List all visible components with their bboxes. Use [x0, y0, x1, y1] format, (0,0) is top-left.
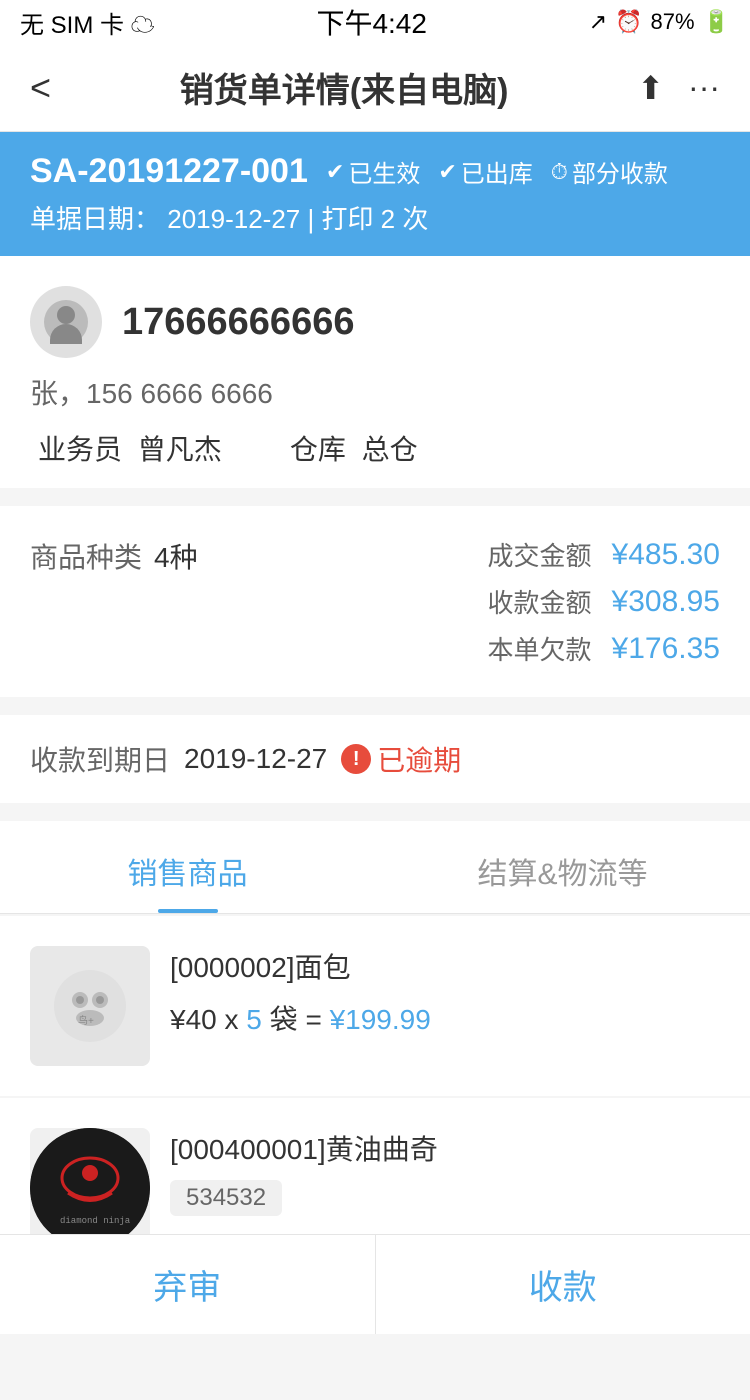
- product-price-row-1: ¥40 x 5 袋 = ¥199.99: [170, 998, 720, 1038]
- tab-sales-goods[interactable]: 销售商品: [0, 821, 375, 913]
- badge-activated: 已生效: [326, 154, 420, 189]
- goods-type-label: 商品种类: [30, 536, 142, 576]
- tab-sales-goods-label: 销售商品: [128, 858, 248, 891]
- goods-type-field: 商品种类 4种: [30, 536, 198, 576]
- collected-label: 收款金额: [488, 583, 592, 620]
- share-button[interactable]: ⬆: [637, 69, 664, 107]
- overdue-badge: ! 已逾期: [341, 739, 461, 779]
- product-thumbnail-2: diamond ninja: [30, 1128, 150, 1248]
- product-sku-badge: 534532: [170, 1180, 282, 1216]
- deal-amount-line: 成交金额 ¥485.30: [488, 536, 720, 573]
- battery-level: 87%: [651, 9, 695, 35]
- check-icon-2: [438, 158, 456, 186]
- sales-person-field: 业务员 曾凡杰: [30, 428, 222, 468]
- customer-phone: 17666666666: [122, 301, 354, 344]
- battery-icon: 🔋: [703, 9, 730, 35]
- sim-label: 无 SIM 卡 ☁: [20, 5, 155, 40]
- product-name-1: [0000002]面包: [170, 946, 720, 986]
- overdue-text: 已逾期: [377, 739, 461, 779]
- status-time: 下午4:42: [316, 2, 427, 42]
- product-total-1: ¥199.99: [330, 1004, 431, 1035]
- owed-value: ¥176.35: [612, 632, 720, 666]
- print-info: | 打印 2 次: [307, 204, 428, 234]
- clock-icon: [551, 158, 568, 186]
- divider-1: [0, 490, 750, 506]
- more-button[interactable]: ···: [688, 69, 720, 106]
- overdue-icon: !: [341, 744, 371, 774]
- nav-bar: < 销货单详情(来自电脑) ⬆ ···: [0, 44, 750, 132]
- warehouse-value: 总仓: [362, 434, 418, 465]
- check-icon-1: [326, 158, 344, 186]
- location-icon: ↗: [589, 9, 607, 35]
- tab-settlement[interactable]: 结算&物流等: [375, 821, 750, 913]
- svg-text:diamond ninja: diamond ninja: [60, 1216, 131, 1226]
- deal-amount-value: ¥485.30: [612, 538, 720, 572]
- collect-button[interactable]: 收款: [376, 1235, 750, 1334]
- nav-actions: ⬆ ···: [637, 69, 720, 107]
- back-button[interactable]: <: [30, 67, 51, 109]
- tab-settlement-label: 结算&物流等: [477, 858, 647, 891]
- sales-person-label: 业务员: [38, 434, 122, 465]
- bottom-bar: 弃审 收款: [0, 1234, 750, 1334]
- avatar-icon: [44, 300, 88, 344]
- table-row[interactable]: 鸟+ [0000002]面包 ¥40 x 5 袋 = ¥199.99: [0, 916, 750, 1096]
- customer-name: 张，156 6666 6666: [30, 372, 720, 412]
- badge-partial-text: 部分收款: [572, 154, 668, 189]
- owed-label: 本单欠款: [488, 630, 592, 667]
- alarm-icon: ⏰: [615, 9, 642, 35]
- customer-row: 17666666666: [30, 286, 720, 358]
- order-id: SA-20191227-001: [30, 152, 308, 191]
- order-date-row: 单据日期： 2019-12-27 | 打印 2 次: [30, 199, 720, 236]
- goods-type-value: 4种: [154, 536, 198, 576]
- tabs-row: 销售商品 结算&物流等: [0, 821, 750, 913]
- product-qty-1: 5: [246, 1004, 262, 1035]
- svg-text:鸟+: 鸟+: [78, 1014, 94, 1027]
- badge-shipped: 已出库: [438, 154, 532, 189]
- product-unit-price-1: ¥40: [170, 1004, 217, 1035]
- order-header-band: SA-20191227-001 已生效 已出库 部分收款 单据日期： 2019-…: [0, 132, 750, 256]
- thumb-placeholder-1: 鸟+: [30, 946, 150, 1066]
- order-date: 2019-12-27: [167, 204, 300, 234]
- customer-meta: 业务员 曾凡杰 仓库 总仓: [30, 428, 720, 468]
- product-info-1: [0000002]面包 ¥40 x 5 袋 = ¥199.99: [170, 946, 720, 1038]
- product-unit-1: 袋: [270, 1004, 298, 1035]
- product-multiply-1: x: [225, 1004, 247, 1035]
- status-right: ↗ ⏰ 87% 🔋: [589, 9, 730, 35]
- collected-line: 收款金额 ¥308.95: [488, 583, 720, 620]
- due-date: 2019-12-27: [184, 743, 327, 775]
- tabs-section: 销售商品 结算&物流等: [0, 821, 750, 914]
- warehouse-field: 仓库 总仓: [282, 428, 418, 468]
- badge-partial: 部分收款: [551, 154, 668, 189]
- product-logo-icon: diamond ninja: [30, 1128, 150, 1248]
- product-name-2: [000400001]黄油曲奇: [170, 1128, 720, 1168]
- divider-3: [0, 805, 750, 821]
- badge-shipped-text: 已出库: [461, 154, 533, 189]
- stats-row: 商品种类 4种 成交金额 ¥485.30 收款金额 ¥308.95 本单欠款 ¥…: [30, 536, 720, 667]
- page-title: 销货单详情(来自电脑): [180, 63, 509, 112]
- owed-line: 本单欠款 ¥176.35: [488, 630, 720, 667]
- warehouse-label: 仓库: [290, 434, 346, 465]
- deal-amount-label: 成交金额: [488, 536, 592, 573]
- divider-2: [0, 699, 750, 715]
- badge-activated-text: 已生效: [348, 154, 420, 189]
- customer-section: 17666666666 张，156 6666 6666 业务员 曾凡杰 仓库 总…: [0, 256, 750, 488]
- product-equals-1: =: [305, 1004, 329, 1035]
- owl-placeholder-icon: 鸟+: [50, 966, 130, 1046]
- product-image-2: diamond ninja: [30, 1128, 150, 1248]
- collected-value: ¥308.95: [612, 585, 720, 619]
- amount-fields: 成交金额 ¥485.30 收款金额 ¥308.95 本单欠款 ¥176.35: [488, 536, 720, 667]
- order-id-row: SA-20191227-001 已生效 已出库 部分收款: [30, 152, 720, 191]
- status-left: 无 SIM 卡 ☁: [20, 5, 155, 40]
- due-label: 收款到期日: [30, 739, 170, 779]
- reject-button[interactable]: 弃审: [0, 1235, 376, 1334]
- avatar: [30, 286, 102, 358]
- date-label: 单据日期：: [30, 204, 160, 234]
- status-bar: 无 SIM 卡 ☁ 下午4:42 ↗ ⏰ 87% 🔋: [0, 0, 750, 44]
- due-section: 收款到期日 2019-12-27 ! 已逾期: [0, 715, 750, 803]
- stats-section: 商品种类 4种 成交金额 ¥485.30 收款金额 ¥308.95 本单欠款 ¥…: [0, 506, 750, 697]
- product-thumbnail-1: 鸟+: [30, 946, 150, 1066]
- sales-person-value: 曾凡杰: [138, 434, 222, 465]
